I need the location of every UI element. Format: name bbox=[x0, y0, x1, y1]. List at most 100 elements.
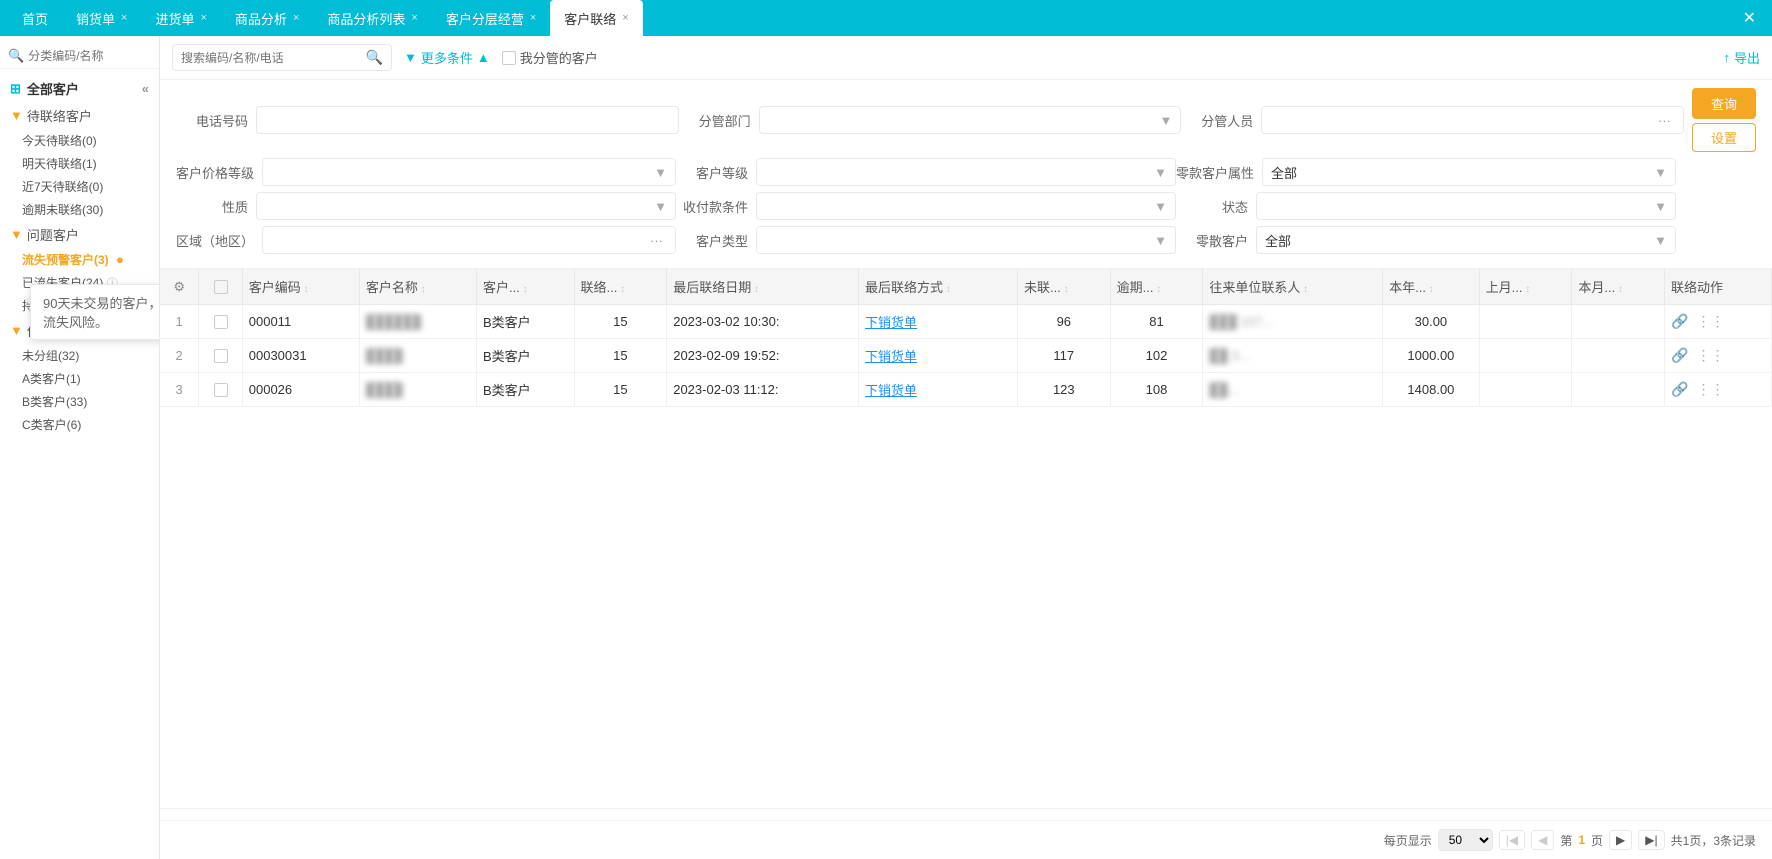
tab-customer-layer[interactable]: 客户分层经营 × bbox=[432, 0, 550, 36]
cell-name-0: ██████ bbox=[359, 305, 476, 339]
tab-customer-contact[interactable]: 客户联络 × bbox=[550, 0, 642, 36]
more-conditions-btn[interactable]: ▼ 更多条件 ▲ bbox=[404, 48, 490, 67]
region-more-icon[interactable]: ··· bbox=[646, 233, 667, 248]
tab-customer-contact-close[interactable]: × bbox=[622, 12, 628, 24]
per-page-select[interactable]: 50 100 200 bbox=[1438, 829, 1493, 851]
staff-more-icon[interactable]: ··· bbox=[1654, 113, 1675, 128]
filter-select-staff[interactable]: ··· bbox=[1261, 106, 1684, 134]
sidebar-all-customers[interactable]: ⊞ 全部客户 « bbox=[0, 75, 159, 102]
th-unlink-days[interactable]: 未联... bbox=[1017, 269, 1110, 305]
content-area: 🔍 ▼ 更多条件 ▲ 我分管的客户 ↑ 导出 电话号码 bbox=[160, 36, 1772, 859]
sidebar-search-input[interactable] bbox=[28, 49, 151, 63]
table-header-row: ⚙ 客户编码 客户名称 客户... 联络... 最后联络日期 最后联络方式 未联… bbox=[160, 269, 1772, 305]
filter-row-1: 电话号码 分管部门 ▼ 分管人员 ··· bbox=[176, 88, 1756, 152]
sidebar-item-churn-warning[interactable]: 流失预警客户(3) ● bbox=[0, 248, 159, 271]
th-contact-person[interactable]: 往来单位联系人 bbox=[1203, 269, 1383, 305]
filter-input-phone[interactable] bbox=[256, 106, 679, 134]
horizontal-scrollbar[interactable] bbox=[160, 808, 1772, 820]
sidebar-item-ungroup[interactable]: 未分组(32) bbox=[0, 344, 159, 367]
table-row: 2 00030031 ████ B类客户 15 2023-02-09 19:52… bbox=[160, 339, 1772, 373]
action-link-icon-1[interactable]: 🔗 bbox=[1671, 347, 1688, 364]
tab-product-analysis[interactable]: 商品分析 × bbox=[221, 0, 313, 36]
settings-button[interactable]: 设置 bbox=[1692, 123, 1756, 152]
filter-select-status[interactable]: ▼ bbox=[1256, 192, 1676, 220]
filter-select-cust-type[interactable]: ▼ bbox=[756, 226, 1176, 254]
last-method-link-0[interactable]: 下销货单 bbox=[865, 315, 917, 330]
filter-select-payment[interactable]: ▼ bbox=[756, 192, 1176, 220]
per-page-label: 每页显示 bbox=[1384, 832, 1432, 849]
tab-product-list[interactable]: 商品分析列表 × bbox=[313, 0, 431, 36]
action-more-icon-2[interactable]: ⋮⋮ bbox=[1696, 381, 1724, 398]
row-checkbox-0[interactable] bbox=[214, 315, 228, 329]
th-last-method[interactable]: 最后联络方式 bbox=[859, 269, 1018, 305]
sidebar-item-today[interactable]: 今天待联络(0) bbox=[0, 129, 159, 152]
filter-select-zero-cust[interactable]: 全部 ▼ bbox=[1256, 226, 1676, 254]
filter-label-dept: 分管部门 bbox=[679, 111, 751, 130]
tab-product-analysis-close[interactable]: × bbox=[293, 12, 299, 24]
th-overdue[interactable]: 逾期... bbox=[1110, 269, 1203, 305]
tab-purchase[interactable]: 进货单 × bbox=[141, 0, 220, 36]
filter-select-price-level[interactable]: ▼ bbox=[262, 158, 676, 186]
cell-overdue-0: 81 bbox=[1110, 305, 1203, 339]
sidebar-item-tomorrow[interactable]: 明天待联络(1) bbox=[0, 152, 159, 175]
action-more-icon-1[interactable]: ⋮⋮ bbox=[1696, 347, 1724, 364]
query-button[interactable]: 查询 bbox=[1692, 88, 1756, 119]
last-method-link-1[interactable]: 下销货单 bbox=[865, 349, 917, 364]
cell-checkbox-2 bbox=[199, 373, 242, 407]
th-gear[interactable]: ⚙ bbox=[160, 269, 199, 305]
last-page-btn[interactable]: ▶| bbox=[1638, 830, 1664, 850]
table-body: 1 000011 ██████ B类客户 15 2023-03-02 10:30… bbox=[160, 305, 1772, 407]
filter-label-cust-type: 客户类型 bbox=[676, 231, 748, 250]
filter-select-dept[interactable]: ▼ bbox=[759, 106, 1182, 134]
sidebar-collapse-icon[interactable]: « bbox=[142, 81, 149, 96]
row-checkbox-2[interactable] bbox=[214, 383, 228, 397]
th-contact[interactable]: 联络... bbox=[574, 269, 667, 305]
filter-label-zero-cust: 零散客户 bbox=[1176, 231, 1248, 250]
cell-this-year-1: 1000.00 bbox=[1383, 339, 1480, 373]
tab-home[interactable]: 首页 bbox=[8, 0, 62, 36]
cell-contact-2: 15 bbox=[574, 373, 667, 407]
tab-sales[interactable]: 销货单 × bbox=[62, 0, 141, 36]
th-cust-type[interactable]: 客户... bbox=[476, 269, 574, 305]
sidebar-item-a-class[interactable]: A类客户(1) bbox=[0, 367, 159, 390]
row-checkbox-1[interactable] bbox=[214, 349, 228, 363]
cell-num-1: 2 bbox=[160, 339, 199, 373]
tab-customer-layer-close[interactable]: × bbox=[530, 12, 536, 24]
filter-select-region[interactable]: ··· bbox=[262, 226, 676, 254]
sidebar-group-pending[interactable]: ▼ 待联络客户 bbox=[0, 102, 159, 129]
cell-last-date-2: 2023-02-03 11:12: bbox=[667, 373, 859, 407]
filter-select-zero-attr[interactable]: 全部 ▼ bbox=[1262, 158, 1676, 186]
next-page-btn[interactable]: ▶ bbox=[1609, 830, 1632, 850]
search-button[interactable]: 🔍 bbox=[366, 49, 383, 66]
table-settings-icon[interactable]: ⚙ bbox=[173, 279, 185, 294]
action-link-icon-2[interactable]: 🔗 bbox=[1671, 381, 1688, 398]
my-customers-checkbox[interactable] bbox=[502, 51, 516, 65]
th-code[interactable]: 客户编码 bbox=[242, 269, 359, 305]
select-all-checkbox[interactable] bbox=[214, 280, 228, 294]
filter-select-cust-level[interactable]: ▼ bbox=[756, 158, 1176, 186]
action-link-icon-0[interactable]: 🔗 bbox=[1671, 313, 1688, 330]
prev-page-btn[interactable]: ◀ bbox=[1531, 830, 1554, 850]
tab-sales-close[interactable]: × bbox=[121, 12, 127, 24]
th-this-month[interactable]: 本月... bbox=[1572, 269, 1665, 305]
export-button[interactable]: ↑ 导出 bbox=[1723, 48, 1760, 67]
th-name[interactable]: 客户名称 bbox=[359, 269, 476, 305]
sidebar-item-c-class[interactable]: C类客户(6) bbox=[0, 413, 159, 436]
last-method-link-2[interactable]: 下销货单 bbox=[865, 383, 917, 398]
th-last-month[interactable]: 上月... bbox=[1479, 269, 1572, 305]
sidebar-item-b-class[interactable]: B类客户(33) bbox=[0, 390, 159, 413]
sidebar-group-problem[interactable]: ▼ 问题客户 bbox=[0, 221, 159, 248]
first-page-btn[interactable]: |◀ bbox=[1499, 830, 1525, 850]
th-last-date[interactable]: 最后联络日期 bbox=[667, 269, 859, 305]
sidebar-item-overdue[interactable]: 逾期未联络(30) bbox=[0, 198, 159, 221]
sidebar-item-week[interactable]: 近7天待联络(0) bbox=[0, 175, 159, 198]
table-row: 1 000011 ██████ B类客户 15 2023-03-02 10:30… bbox=[160, 305, 1772, 339]
tab-product-list-close[interactable]: × bbox=[411, 12, 417, 24]
search-input[interactable] bbox=[181, 51, 366, 65]
window-close-btn[interactable]: ✕ bbox=[1735, 8, 1764, 28]
filter-select-nature[interactable]: ▼ bbox=[256, 192, 676, 220]
action-more-icon-0[interactable]: ⋮⋮ bbox=[1696, 313, 1724, 330]
tab-purchase-close[interactable]: × bbox=[200, 12, 206, 24]
th-this-year[interactable]: 本年... bbox=[1383, 269, 1480, 305]
cell-cust-type-1: B类客户 bbox=[476, 339, 574, 373]
